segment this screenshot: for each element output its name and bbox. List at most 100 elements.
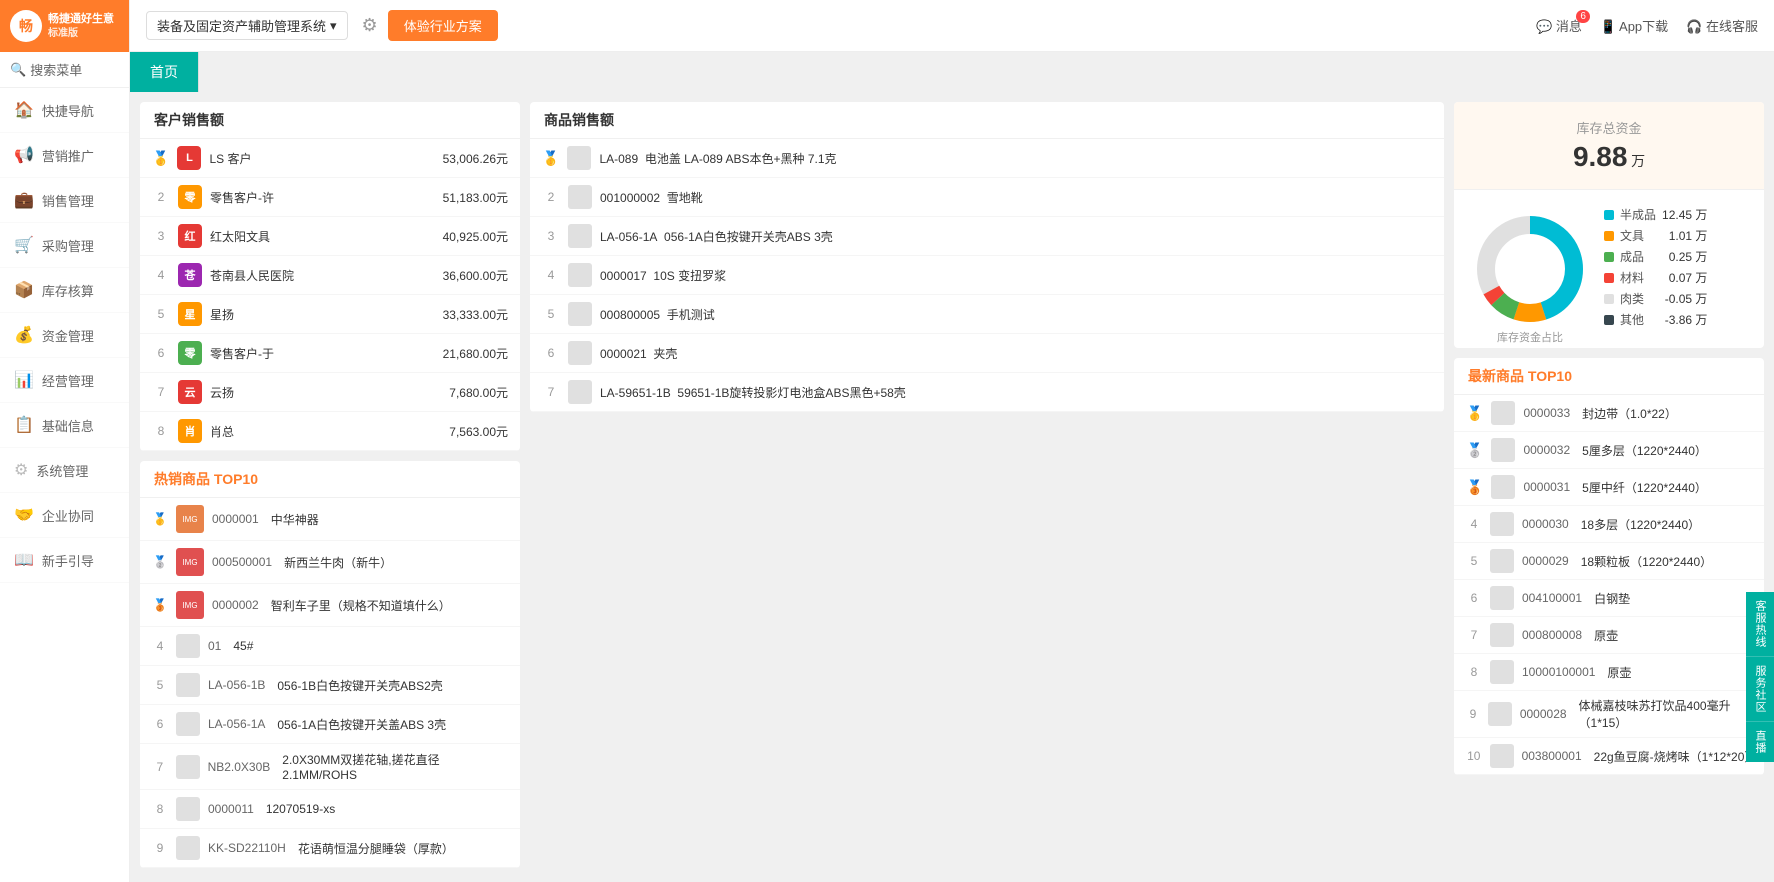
new-prod-img-2 bbox=[1491, 438, 1515, 462]
inventory-label: 库存总资金 bbox=[1470, 118, 1748, 137]
new-rank-5: 5 bbox=[1466, 554, 1482, 568]
hot-rank-4: 4 bbox=[152, 639, 168, 653]
hot-product-img-9 bbox=[176, 836, 200, 860]
prod-img-2 bbox=[568, 185, 592, 209]
prod-name-4: 0000017 10S 变扭罗浆 bbox=[600, 267, 1432, 284]
sidebar-item-kucun[interactable]: 📦 库存核算 bbox=[0, 268, 129, 313]
legend-name-1: 半成品 bbox=[1620, 206, 1656, 223]
sidebar-item-kuaijie[interactable]: 🏠 快捷导航 bbox=[0, 88, 129, 133]
tab-home[interactable]: 首页 bbox=[130, 52, 199, 92]
prod-rank-5: 5 000800005 手机测试 bbox=[530, 295, 1444, 334]
search-menu[interactable]: 🔍 搜索菜单 bbox=[0, 52, 129, 88]
new-medal-1: 🥇 bbox=[1466, 405, 1483, 422]
customer-amount-8: 7,563.00元 bbox=[449, 423, 508, 440]
new-prod-name-9: 体械嘉枝味苏打饮品400毫升（1*15） bbox=[1579, 697, 1752, 731]
message-button[interactable]: 💬 消息 6 bbox=[1536, 16, 1582, 35]
sidebar-item-qiye[interactable]: 🤝 企业协同 bbox=[0, 493, 129, 538]
system-selector[interactable]: 装备及固定资产辅助管理系统 ▾ bbox=[146, 11, 348, 40]
avatar-7: 云 bbox=[178, 380, 202, 404]
rank-num-4: 4 bbox=[152, 268, 170, 282]
topbar-right: 💬 消息 6 📱 App下载 🎧 在线客服 bbox=[1536, 16, 1758, 35]
legend-name-4: 材料 bbox=[1620, 269, 1663, 286]
legend-val-4: 0.07 万 bbox=[1669, 269, 1708, 286]
hot-rank-8: 8 bbox=[152, 802, 168, 816]
hot-products-list: 🥇 IMG 0000001 中华神器 🥈 IMG 000500001 新西兰牛肉… bbox=[140, 498, 520, 868]
customer-amount-7: 7,680.00元 bbox=[449, 384, 508, 401]
avatar-4: 苍 bbox=[178, 263, 202, 287]
float-btn-live[interactable]: 直播 bbox=[1746, 722, 1774, 762]
hot-product-img-5 bbox=[176, 673, 200, 697]
hot-code-7: NB2.0X30B bbox=[208, 760, 271, 774]
sidebar-item-jingying[interactable]: 📊 经营管理 bbox=[0, 358, 129, 403]
ranking-item-7: 7 云 云扬 7,680.00元 bbox=[140, 373, 520, 412]
inventory-unit: 万 bbox=[1631, 153, 1645, 169]
sidebar-item-jichu[interactable]: 📋 基础信息 bbox=[0, 403, 129, 448]
legend-dot-4 bbox=[1604, 273, 1614, 283]
legend-val-2: 1.01 万 bbox=[1669, 227, 1708, 244]
hot-name-8: 12070519-xs bbox=[266, 802, 335, 816]
hot-code-8: 0000011 bbox=[208, 802, 254, 816]
customer-name-7: 云扬 bbox=[210, 384, 441, 401]
sidebar-item-zijin[interactable]: 💰 资金管理 bbox=[0, 313, 129, 358]
hot-name-5: 056-1B白色按键开关壳ABS2壳 bbox=[277, 677, 442, 694]
new-prod-code-10: 003800001 bbox=[1522, 749, 1582, 763]
new-prod-8: 8 10000100001 原壶 bbox=[1454, 654, 1764, 691]
inventory-legend: 半成品 12.45 万 文具 1.01 万 成品 0.25 万 bbox=[1604, 206, 1707, 332]
online-service-button[interactable]: 🎧 在线客服 bbox=[1686, 16, 1758, 35]
float-buttons: 客服热线 服务社区 直播 bbox=[1746, 592, 1774, 762]
new-rank-7: 7 bbox=[1466, 628, 1482, 642]
guide-icon: 📖 bbox=[14, 550, 34, 570]
prod-medal-2: 2 bbox=[542, 190, 560, 204]
info-icon: 📋 bbox=[14, 415, 34, 435]
sidebar-item-xiaoshou[interactable]: 💼 销售管理 bbox=[0, 178, 129, 223]
prod-img-6 bbox=[568, 341, 592, 365]
sidebar-item-caigou[interactable]: 🛒 采购管理 bbox=[0, 223, 129, 268]
customer-sales-panel: 客户销售额 🥇 L LS 客户 53,006.26元 2 零 零售客户-许 51… bbox=[140, 102, 520, 451]
hot-product-img-7 bbox=[176, 755, 200, 779]
sidebar-item-xinshou[interactable]: 📖 新手引导 bbox=[0, 538, 129, 583]
hot-product-img-4 bbox=[176, 634, 200, 658]
new-prod-code-7: 000800008 bbox=[1522, 628, 1582, 642]
hot-name-6: 056-1A白色按键开关盖ABS 3壳 bbox=[277, 716, 446, 733]
prod-img-7 bbox=[568, 380, 592, 404]
new-prod-code-8: 10000100001 bbox=[1522, 665, 1595, 679]
sidebar-item-xitong[interactable]: ⚙ 系统管理 bbox=[0, 448, 129, 493]
money-icon: 💰 bbox=[14, 325, 34, 345]
legend-name-5: 肉类 bbox=[1620, 290, 1659, 307]
trial-button[interactable]: 体验行业方案 bbox=[388, 10, 498, 41]
legend-val-1: 12.45 万 bbox=[1662, 206, 1707, 223]
legend-item-3: 成品 0.25 万 bbox=[1604, 248, 1707, 265]
customer-ranking-list: 🥇 L LS 客户 53,006.26元 2 零 零售客户-许 51,183.0… bbox=[140, 139, 520, 451]
new-medal-2: 🥈 bbox=[1466, 442, 1483, 459]
legend-item-6: 其他 -3.86 万 bbox=[1604, 311, 1707, 328]
float-btn-service-community[interactable]: 服务社区 bbox=[1746, 657, 1774, 722]
new-prod-name-5: 18颗粒板（1220*2440） bbox=[1581, 553, 1712, 570]
hot-products-title: 热销商品 TOP10 bbox=[154, 469, 258, 489]
hot-product-2: 🥈 IMG 000500001 新西兰牛肉（新牛） bbox=[140, 541, 520, 584]
sidebar-item-yingxiao[interactable]: 📢 营销推广 bbox=[0, 133, 129, 178]
new-prod-name-8: 原壶 bbox=[1607, 664, 1631, 681]
hot-rank-2: 🥈 bbox=[152, 555, 168, 569]
new-prod-code-2: 0000032 bbox=[1523, 443, 1570, 457]
legend-item-4: 材料 0.07 万 bbox=[1604, 269, 1707, 286]
ranking-item-2: 2 零 零售客户-许 51,183.00元 bbox=[140, 178, 520, 217]
message-icon: 💬 bbox=[1536, 19, 1552, 34]
product-ranking-list: 🥇 LA-089 电池盖 LA-089 ABS本色+黑种 7.1克 2 0010… bbox=[530, 139, 1444, 412]
legend-val-6: -3.86 万 bbox=[1665, 311, 1708, 328]
hot-product-7: 7 NB2.0X30B 2.0X30MM双搓花轴,搓花直径2.1MM/ROHS bbox=[140, 744, 520, 790]
product-sales-panel: 商品销售额 🥇 LA-089 电池盖 LA-089 ABS本色+黑种 7.1克 … bbox=[530, 102, 1444, 412]
hot-product-3: 🥉 IMG 0000002 智利车子里（规格不知道填什么） bbox=[140, 584, 520, 627]
home-icon: 🏠 bbox=[14, 100, 34, 120]
hot-name-7: 2.0X30MM双搓花轴,搓花直径2.1MM/ROHS bbox=[282, 751, 508, 782]
legend-name-2: 文具 bbox=[1620, 227, 1663, 244]
hot-product-img-2: IMG bbox=[176, 548, 204, 576]
new-rank-10: 10 bbox=[1466, 749, 1482, 763]
new-prod-1: 🥇 0000033 封边带（1.0*22） bbox=[1454, 395, 1764, 432]
settings-gear-icon[interactable]: ⚙ bbox=[362, 15, 378, 36]
float-btn-customer-service[interactable]: 客服热线 bbox=[1746, 592, 1774, 657]
hot-name-3: 智利车子里（规格不知道填什么） bbox=[271, 597, 451, 614]
app-download-button[interactable]: 📱 App下载 bbox=[1600, 16, 1668, 35]
hot-name-1: 中华神器 bbox=[271, 511, 319, 528]
prod-medal-1: 🥇 bbox=[542, 150, 559, 167]
legend-val-3: 0.25 万 bbox=[1669, 248, 1708, 265]
